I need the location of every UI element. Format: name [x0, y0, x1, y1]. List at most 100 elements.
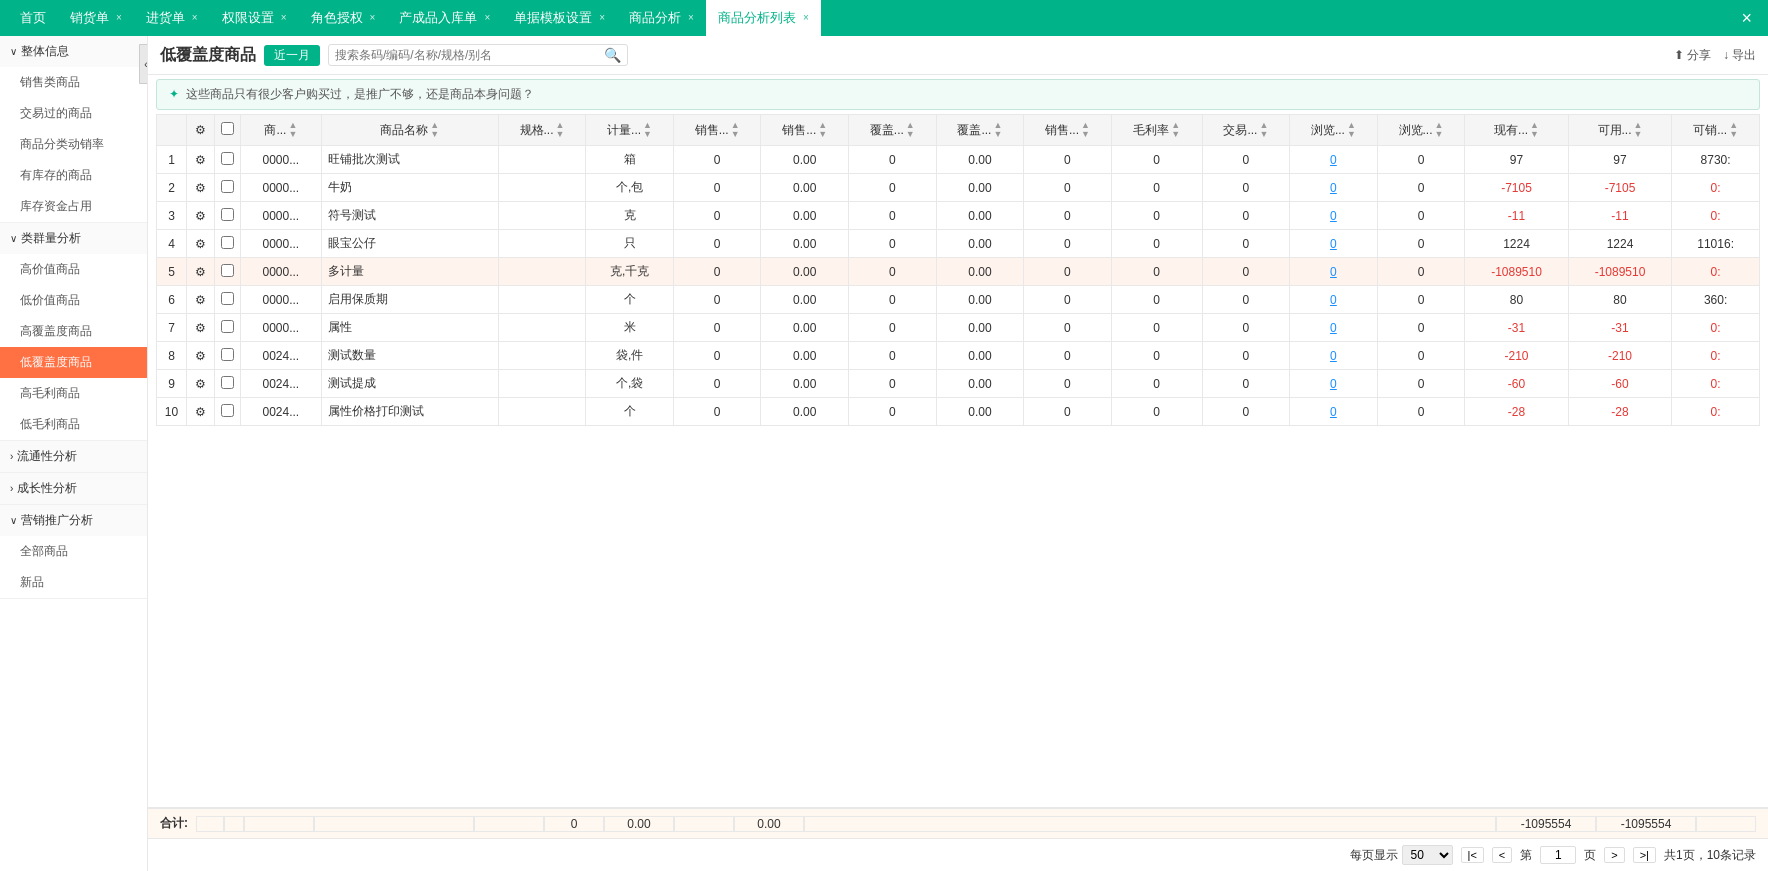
- sidebar-item-high-value[interactable]: 高价值商品: [0, 254, 147, 285]
- page-number-input[interactable]: [1540, 846, 1576, 864]
- nav-global-close[interactable]: ×: [1733, 8, 1760, 29]
- sort-icon-unit[interactable]: ▲▼: [643, 121, 652, 139]
- sidebar-item-new-products[interactable]: 新品: [0, 567, 147, 598]
- row-browse1-3[interactable]: 0: [1290, 230, 1378, 258]
- row-settings-1[interactable]: ⚙: [187, 174, 215, 202]
- row-settings-0[interactable]: ⚙: [187, 146, 215, 174]
- nav-item-permissions[interactable]: 权限设置 ×: [210, 0, 299, 36]
- sidebar-collapse-button[interactable]: «: [139, 44, 148, 84]
- row-checkbox-5[interactable]: [215, 286, 241, 314]
- prev-page-button[interactable]: <: [1492, 847, 1512, 863]
- nav-item-product-analysis-list[interactable]: 商品分析列表 ×: [706, 0, 821, 36]
- sidebar-group-marketing[interactable]: ∨ 营销推广分析: [0, 505, 147, 536]
- sidebar-item-low-margin[interactable]: 低毛利商品: [0, 409, 147, 440]
- sort-icon-sales3[interactable]: ▲▼: [1081, 121, 1090, 139]
- row-check-9[interactable]: [221, 404, 234, 417]
- row-checkbox-8[interactable]: [215, 370, 241, 398]
- row-check-1[interactable]: [221, 180, 234, 193]
- nav-close-roles[interactable]: ×: [370, 0, 376, 36]
- nav-close-finished-goods[interactable]: ×: [484, 0, 490, 36]
- sort-icon-sales-qty[interactable]: ▲▼: [731, 121, 740, 139]
- sidebar-group-overall[interactable]: ∨ 整体信息: [0, 36, 147, 67]
- row-check-7[interactable]: [221, 348, 234, 361]
- row-checkbox-7[interactable]: [215, 342, 241, 370]
- share-button[interactable]: ⬆ 分享: [1674, 47, 1711, 64]
- export-button[interactable]: ↓ 导出: [1723, 47, 1756, 64]
- nav-close-purchase[interactable]: ×: [192, 0, 198, 36]
- row-check-8[interactable]: [221, 376, 234, 389]
- sidebar-item-high-coverage[interactable]: 高覆盖度商品: [0, 316, 147, 347]
- sort-icon-browse2[interactable]: ▲▼: [1435, 121, 1444, 139]
- nav-item-finished-goods[interactable]: 产成品入库单 ×: [387, 0, 502, 36]
- sidebar-item-stocked-products[interactable]: 有库存的商品: [0, 160, 147, 191]
- sort-icon-sellable[interactable]: ▲▼: [1729, 121, 1738, 139]
- nav-item-home[interactable]: 首页: [8, 0, 58, 36]
- last-page-button[interactable]: >|: [1633, 847, 1656, 863]
- sort-icon-sales-amt[interactable]: ▲▼: [818, 121, 827, 139]
- row-browse1-6[interactable]: 0: [1290, 314, 1378, 342]
- row-settings-8[interactable]: ⚙: [187, 370, 215, 398]
- first-page-button[interactable]: |<: [1461, 847, 1484, 863]
- sort-icon-spec[interactable]: ▲▼: [556, 121, 565, 139]
- sidebar-item-sales-products[interactable]: 销售类商品: [0, 67, 147, 98]
- sort-icon-gross-margin[interactable]: ▲▼: [1171, 121, 1180, 139]
- sort-icon-transaction[interactable]: ▲▼: [1259, 121, 1268, 139]
- nav-close-product-analysis[interactable]: ×: [688, 0, 694, 36]
- next-page-button[interactable]: >: [1604, 847, 1624, 863]
- row-checkbox-4[interactable]: [215, 258, 241, 286]
- row-check-4[interactable]: [221, 264, 234, 277]
- nav-close-permissions[interactable]: ×: [281, 0, 287, 36]
- sidebar-item-category-rate[interactable]: 商品分类动销率: [0, 129, 147, 160]
- nav-item-roles[interactable]: 角色授权 ×: [299, 0, 388, 36]
- nav-close-templates[interactable]: ×: [599, 0, 605, 36]
- row-browse1-1[interactable]: 0: [1290, 174, 1378, 202]
- sort-icon-code[interactable]: ▲▼: [288, 121, 297, 139]
- search-input[interactable]: [335, 48, 604, 62]
- row-settings-5[interactable]: ⚙: [187, 286, 215, 314]
- row-check-3[interactable]: [221, 236, 234, 249]
- row-settings-9[interactable]: ⚙: [187, 398, 215, 426]
- row-settings-2[interactable]: ⚙: [187, 202, 215, 230]
- row-browse1-7[interactable]: 0: [1290, 342, 1378, 370]
- row-check-6[interactable]: [221, 320, 234, 333]
- row-browse1-4[interactable]: 0: [1290, 258, 1378, 286]
- row-checkbox-0[interactable]: [215, 146, 241, 174]
- nav-close-product-analysis-list[interactable]: ×: [803, 0, 809, 36]
- nav-close-sales[interactable]: ×: [116, 0, 122, 36]
- sidebar-item-low-value[interactable]: 低价值商品: [0, 285, 147, 316]
- nav-item-templates[interactable]: 单据模板设置 ×: [502, 0, 617, 36]
- sidebar-item-stock-capital[interactable]: 库存资金占用: [0, 191, 147, 222]
- row-checkbox-9[interactable]: [215, 398, 241, 426]
- sort-icon-current-stock[interactable]: ▲▼: [1530, 121, 1539, 139]
- nav-item-purchase[interactable]: 进货单 ×: [134, 0, 210, 36]
- row-settings-4[interactable]: ⚙: [187, 258, 215, 286]
- sidebar-item-high-margin[interactable]: 高毛利商品: [0, 378, 147, 409]
- page-size-select-input[interactable]: 20 50 100: [1402, 845, 1453, 865]
- row-browse1-5[interactable]: 0: [1290, 286, 1378, 314]
- row-browse1-9[interactable]: 0: [1290, 398, 1378, 426]
- row-checkbox-2[interactable]: [215, 202, 241, 230]
- row-browse1-8[interactable]: 0: [1290, 370, 1378, 398]
- checkbox-col-header[interactable]: [215, 115, 241, 146]
- sidebar-item-all-products[interactable]: 全部商品: [0, 536, 147, 567]
- select-all-checkbox[interactable]: [221, 122, 234, 135]
- period-button[interactable]: 近一月: [264, 45, 320, 66]
- sort-icon-cover1[interactable]: ▲▼: [906, 121, 915, 139]
- sort-icon-browse1[interactable]: ▲▼: [1347, 121, 1356, 139]
- sidebar-item-low-coverage[interactable]: 低覆盖度商品: [0, 347, 147, 378]
- row-settings-6[interactable]: ⚙: [187, 314, 215, 342]
- nav-item-sales[interactable]: 销货单 ×: [58, 0, 134, 36]
- sort-icon-cover2[interactable]: ▲▼: [993, 121, 1002, 139]
- row-settings-3[interactable]: ⚙: [187, 230, 215, 258]
- settings-col-header[interactable]: ⚙: [187, 115, 215, 146]
- sidebar-group-growth[interactable]: › 成长性分析: [0, 473, 147, 504]
- row-browse1-0[interactable]: 0: [1290, 146, 1378, 174]
- row-checkbox-6[interactable]: [215, 314, 241, 342]
- row-check-0[interactable]: [221, 152, 234, 165]
- sort-icon-available-stock[interactable]: ▲▼: [1634, 121, 1643, 139]
- sidebar-group-liquidity[interactable]: › 流通性分析: [0, 441, 147, 472]
- sidebar-item-traded-products[interactable]: 交易过的商品: [0, 98, 147, 129]
- nav-item-product-analysis[interactable]: 商品分析 ×: [617, 0, 706, 36]
- sidebar-group-cluster[interactable]: ∨ 类群量分析: [0, 223, 147, 254]
- sort-icon-name[interactable]: ▲▼: [430, 121, 439, 139]
